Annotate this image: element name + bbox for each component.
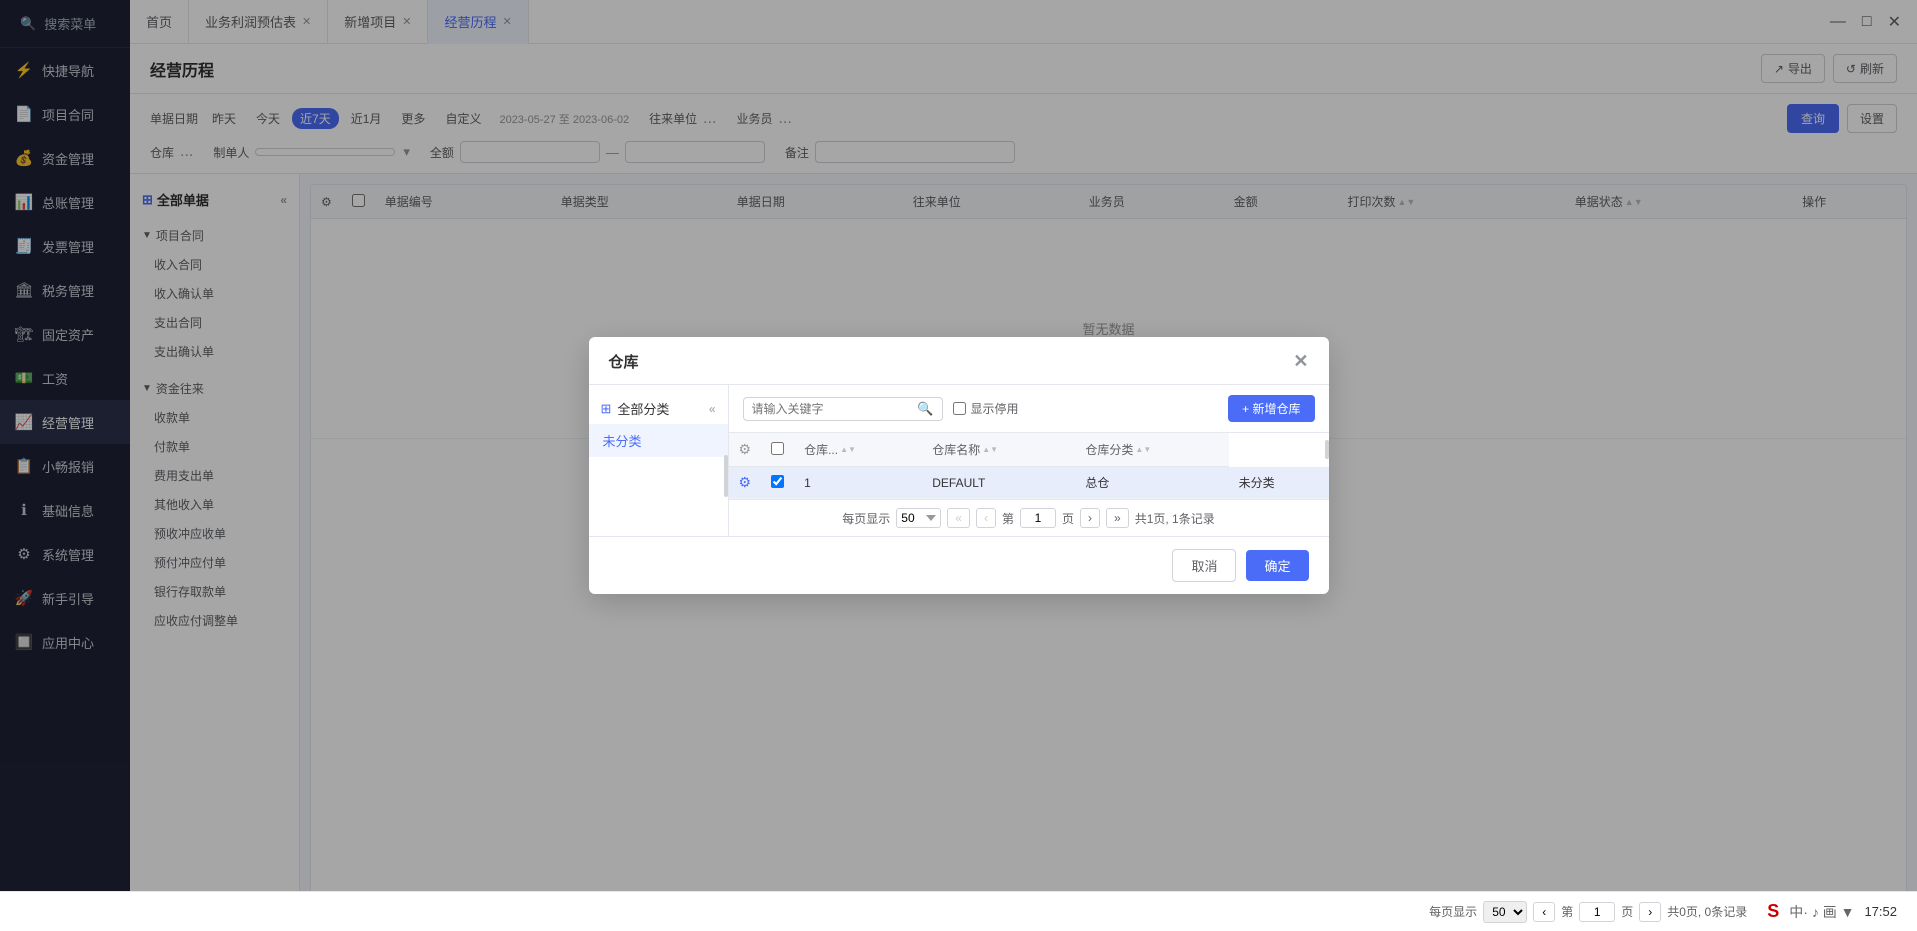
modal-page-input[interactable]: [1020, 508, 1056, 528]
modal-th-checkbox: [761, 433, 794, 467]
modal-toolbar: 🔍 显示停用 + 新增仓库: [729, 385, 1329, 433]
taskbar-total-info: 共0页, 0条记录: [1667, 903, 1747, 920]
modal-prev-page-btn[interactable]: ‹: [976, 508, 996, 528]
taskbar-page-input[interactable]: [1579, 902, 1615, 922]
col-category-label: 仓库分类: [1085, 441, 1133, 458]
modal-page-label: 页: [1062, 510, 1074, 527]
modal-confirm-button[interactable]: 确定: [1246, 550, 1308, 581]
taskbar-logo-s: S: [1767, 901, 1779, 922]
modal-th-code[interactable]: 仓库... ▲▼: [794, 433, 922, 467]
modal-search-wrap: 🔍: [743, 397, 943, 421]
modal-close-btn[interactable]: ✕: [1293, 351, 1308, 372]
modal-per-page-select[interactable]: 50 20 100: [896, 508, 941, 528]
modal-warehouse-table: ⚙ 仓库... ▲▼: [729, 433, 1329, 499]
add-warehouse-label: + 新增仓库: [1242, 400, 1300, 417]
category-item-label: 未分类: [603, 434, 642, 449]
taskbar-right: S 中· ♪ 画 ▼ 17:52: [1767, 901, 1897, 922]
modal-th-name[interactable]: 仓库名称 ▲▼: [922, 433, 1075, 467]
modal-all-category-label: 全部分类: [617, 399, 669, 418]
modal-select-all-checkbox[interactable]: [771, 442, 784, 455]
modal-right-scrollbar[interactable]: [1325, 440, 1329, 460]
row-category-cell: 未分类: [1229, 467, 1329, 499]
taskbar: 每页显示 50 ‹ 第 页 › 共0页, 0条记录 S 中· ♪ 画 ▼ 17:…: [0, 891, 1917, 931]
code-sort-arrows: ▲▼: [840, 446, 856, 454]
modal-cancel-button[interactable]: 取消: [1172, 549, 1236, 582]
taskbar-prev-btn[interactable]: ‹: [1533, 902, 1555, 922]
taskbar-next-btn[interactable]: ›: [1639, 902, 1661, 922]
modal-search-input[interactable]: [752, 402, 918, 416]
row-name-cell: 总仓: [1075, 467, 1228, 499]
col-name-label: 仓库名称: [932, 441, 980, 458]
row-settings-icon[interactable]: ⚙: [739, 474, 752, 490]
modal-settings-icon[interactable]: ⚙: [739, 441, 752, 457]
taskbar-pagination: 每页显示 50 ‹ 第 页 › 共0页, 0条记录: [1429, 901, 1747, 923]
name-sort-arrows: ▲▼: [982, 446, 998, 454]
modal-left-collapse-btn[interactable]: «: [709, 402, 716, 416]
show-disabled-label: 显示停用: [971, 400, 1019, 417]
taskbar-icons: 中· ♪ 画 ▼: [1789, 902, 1854, 922]
row-checkbox[interactable]: [771, 475, 784, 488]
col-name-sortable: 仓库名称 ▲▼: [932, 441, 1065, 458]
modal-table-row[interactable]: ⚙ 1 DEFAULT: [729, 467, 1329, 499]
modal-right-scroll-container: ⚙ 仓库... ▲▼: [729, 433, 1329, 499]
row-name-value: 总仓: [1085, 476, 1109, 490]
modal-body: ⊞ 全部分类 « 未分类: [589, 385, 1329, 536]
modal-table-header-row: ⚙ 仓库... ▲▼: [729, 433, 1329, 467]
col-code-label: 仓库...: [804, 441, 838, 458]
row-id-value: 1: [804, 476, 811, 490]
modal-category-item-unclassified[interactable]: 未分类: [589, 424, 728, 457]
warehouse-modal: 仓库 ✕ ⊞ 全部分类 « 未分类: [589, 337, 1329, 594]
col-code-sortable: 仓库... ▲▼: [804, 441, 912, 458]
taskbar-per-page-select[interactable]: 50: [1483, 901, 1527, 923]
add-warehouse-button[interactable]: + 新增仓库: [1228, 395, 1314, 422]
row-settings-cell: ⚙: [729, 467, 762, 499]
modal-pagination: 每页显示 50 20 100 « ‹ 第 页 › » 共1页, 1条记录: [729, 499, 1329, 536]
modal-title: 仓库: [609, 351, 639, 372]
col-category-sortable: 仓库分类 ▲▼: [1085, 441, 1218, 458]
modal-footer: 取消 确定: [589, 536, 1329, 594]
taskbar-page-label: 页: [1621, 903, 1633, 920]
modal-left-panel: ⊞ 全部分类 « 未分类: [589, 385, 729, 536]
modal-last-page-btn[interactable]: »: [1106, 508, 1129, 528]
row-id-cell: 1: [794, 467, 922, 499]
modal-show-disabled-wrap: 显示停用: [953, 400, 1019, 417]
modal-jump-label: 第: [1002, 510, 1014, 527]
taskbar-jump-label: 第: [1561, 903, 1573, 920]
modal-first-page-btn[interactable]: «: [947, 508, 970, 528]
taskbar-per-page-label: 每页显示: [1429, 903, 1477, 920]
modal-category-all[interactable]: ⊞ 全部分类 «: [589, 393, 728, 424]
row-checkbox-cell: [761, 467, 794, 499]
taskbar-time: 17:52: [1864, 904, 1897, 919]
modal-left-scroll-container: 未分类: [589, 424, 728, 528]
modal-left-scrollbar[interactable]: [724, 455, 728, 497]
modal-total-info: 共1页, 1条记录: [1135, 510, 1215, 527]
modal-search-icon: 🔍: [917, 401, 933, 417]
row-code-cell: DEFAULT: [922, 467, 1075, 499]
row-category-value: 未分类: [1239, 476, 1275, 490]
modal-per-page-label: 每页显示: [842, 510, 890, 527]
modal-right-panel: 🔍 显示停用 + 新增仓库: [729, 385, 1329, 536]
modal-table-wrap: ⚙ 仓库... ▲▼: [729, 433, 1329, 499]
row-code-value: DEFAULT: [932, 476, 985, 490]
modal-search-area: 🔍 显示停用: [743, 397, 1019, 421]
modal-header: 仓库 ✕: [589, 337, 1329, 385]
modal-th-settings: ⚙: [729, 433, 762, 467]
show-disabled-checkbox[interactable]: [953, 402, 966, 415]
modal-next-page-btn[interactable]: ›: [1080, 508, 1100, 528]
modal-overlay: 仓库 ✕ ⊞ 全部分类 « 未分类: [0, 0, 1917, 931]
modal-confirm-label: 确定: [1264, 559, 1290, 574]
modal-th-category[interactable]: 仓库分类 ▲▼: [1075, 433, 1228, 467]
modal-cancel-label: 取消: [1191, 559, 1217, 574]
category-icon: ⊞: [601, 401, 612, 417]
category-sort-arrows: ▲▼: [1135, 446, 1151, 454]
